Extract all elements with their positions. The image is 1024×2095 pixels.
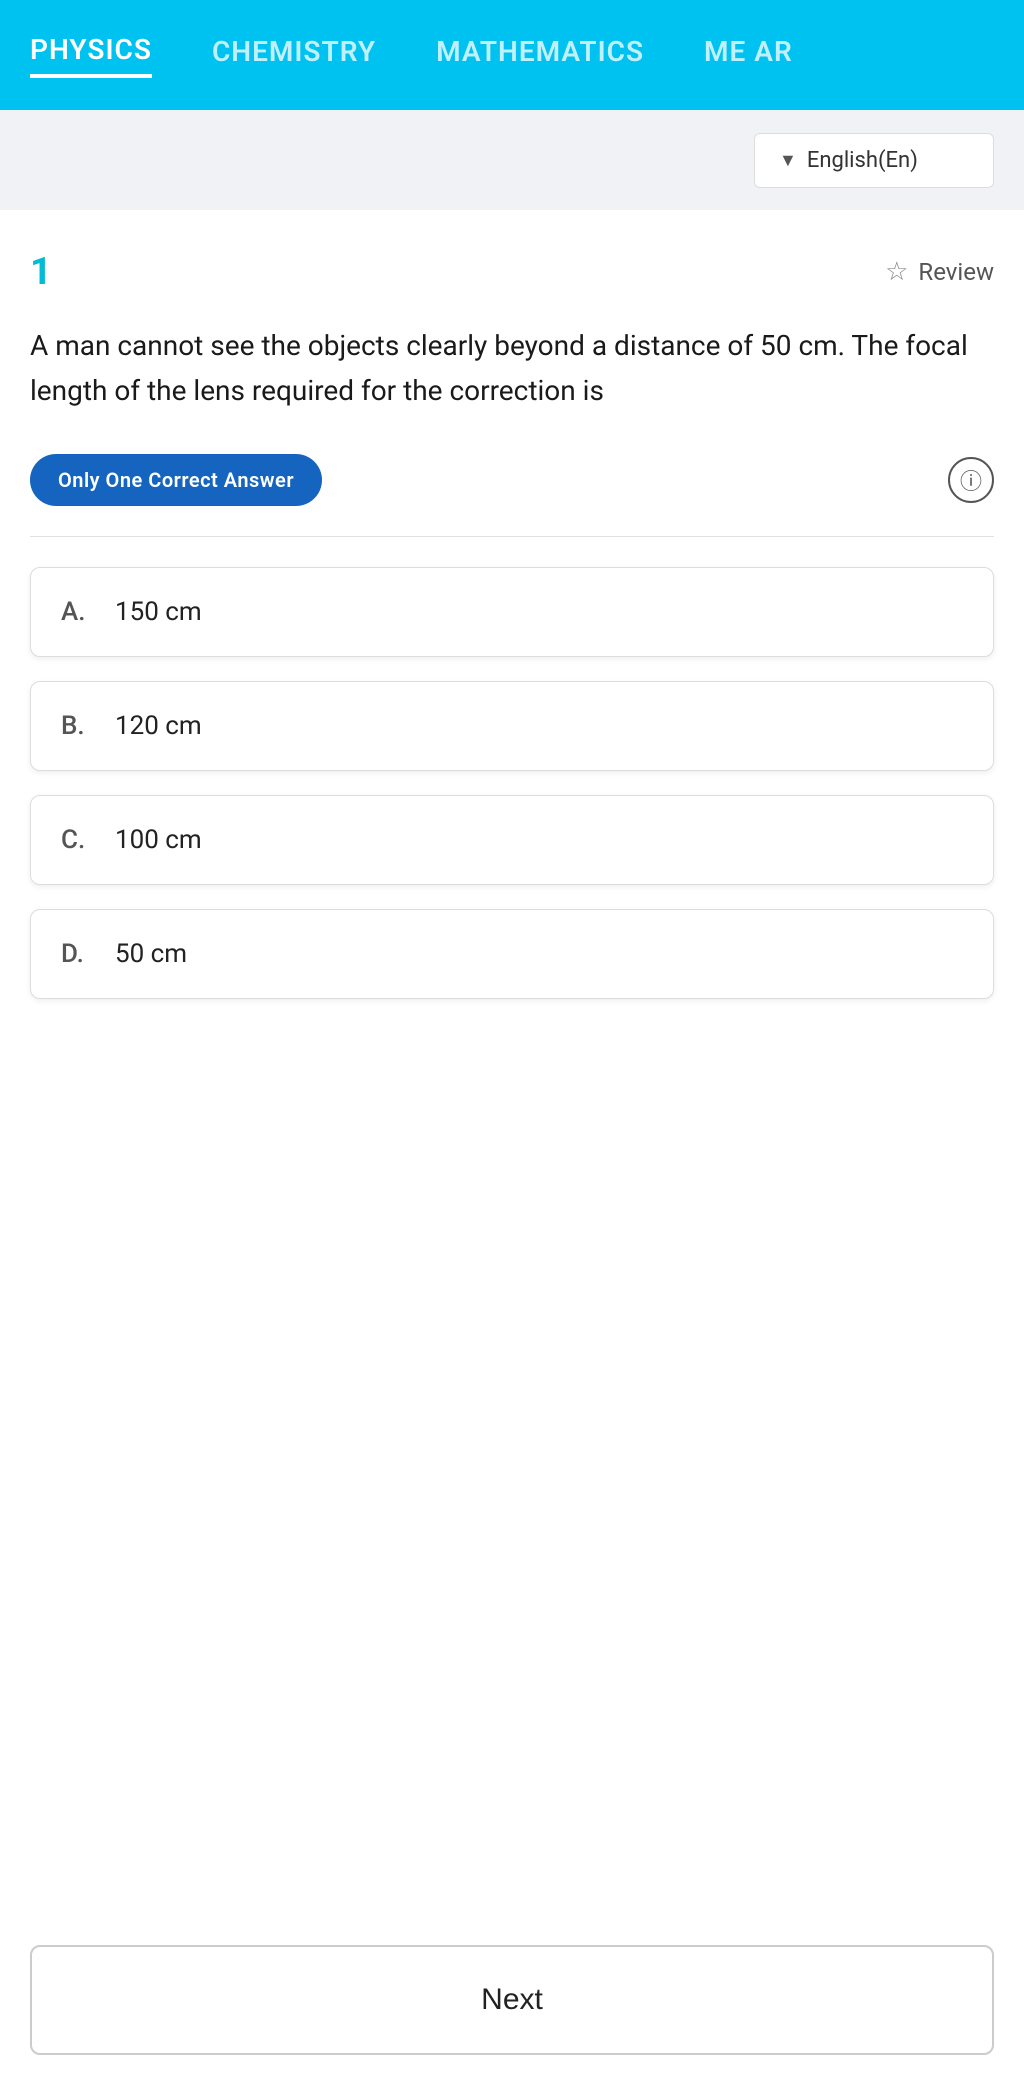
chevron-down-icon: ▼ (779, 150, 797, 171)
language-bar: ▼ English(En) (0, 110, 1024, 210)
review-label: Review (918, 258, 994, 286)
answer-type-badge: Only One Correct Answer (30, 454, 322, 506)
star-icon: ☆ (885, 257, 908, 287)
option-d[interactable]: D. 50 cm (30, 909, 994, 999)
option-b-text: 120 cm (115, 711, 202, 741)
top-navigation: PHYSICS CHEMISTRY MATHEMATICS ME AR (0, 0, 1024, 110)
nav-item-mathematics[interactable]: MATHEMATICS (436, 35, 644, 76)
info-icon[interactable]: ⓘ (948, 457, 994, 503)
option-b[interactable]: B. 120 cm (30, 681, 994, 771)
option-d-text: 50 cm (115, 939, 187, 969)
option-b-label: B. (61, 711, 91, 741)
nav-item-more[interactable]: ME AR (704, 35, 793, 76)
nav-item-physics[interactable]: PHYSICS (30, 33, 152, 78)
review-button[interactable]: ☆ Review (885, 257, 994, 287)
option-c[interactable]: C. 100 cm (30, 795, 994, 885)
next-button[interactable]: Next (30, 1945, 994, 2055)
question-header: 1 ☆ Review (30, 240, 994, 294)
options-container: A. 150 cm B. 120 cm C. 100 cm D. 50 cm (30, 567, 994, 999)
nav-item-chemistry[interactable]: CHEMISTRY (212, 35, 376, 76)
option-c-label: C. (61, 825, 91, 855)
option-a-label: A. (61, 597, 91, 627)
language-label: English(En) (807, 148, 918, 173)
option-c-text: 100 cm (115, 825, 202, 855)
main-content: 1 ☆ Review A man cannot see the objects … (0, 210, 1024, 1925)
question-text: A man cannot see the objects clearly bey… (30, 324, 994, 414)
answer-type-row: Only One Correct Answer ⓘ (30, 454, 994, 506)
bottom-bar: Next (0, 1925, 1024, 2095)
language-selector[interactable]: ▼ English(En) (754, 133, 994, 188)
option-d-label: D. (61, 939, 91, 969)
option-a-text: 150 cm (115, 597, 202, 627)
divider (30, 536, 994, 537)
question-number: 1 (30, 250, 52, 294)
option-a[interactable]: A. 150 cm (30, 567, 994, 657)
